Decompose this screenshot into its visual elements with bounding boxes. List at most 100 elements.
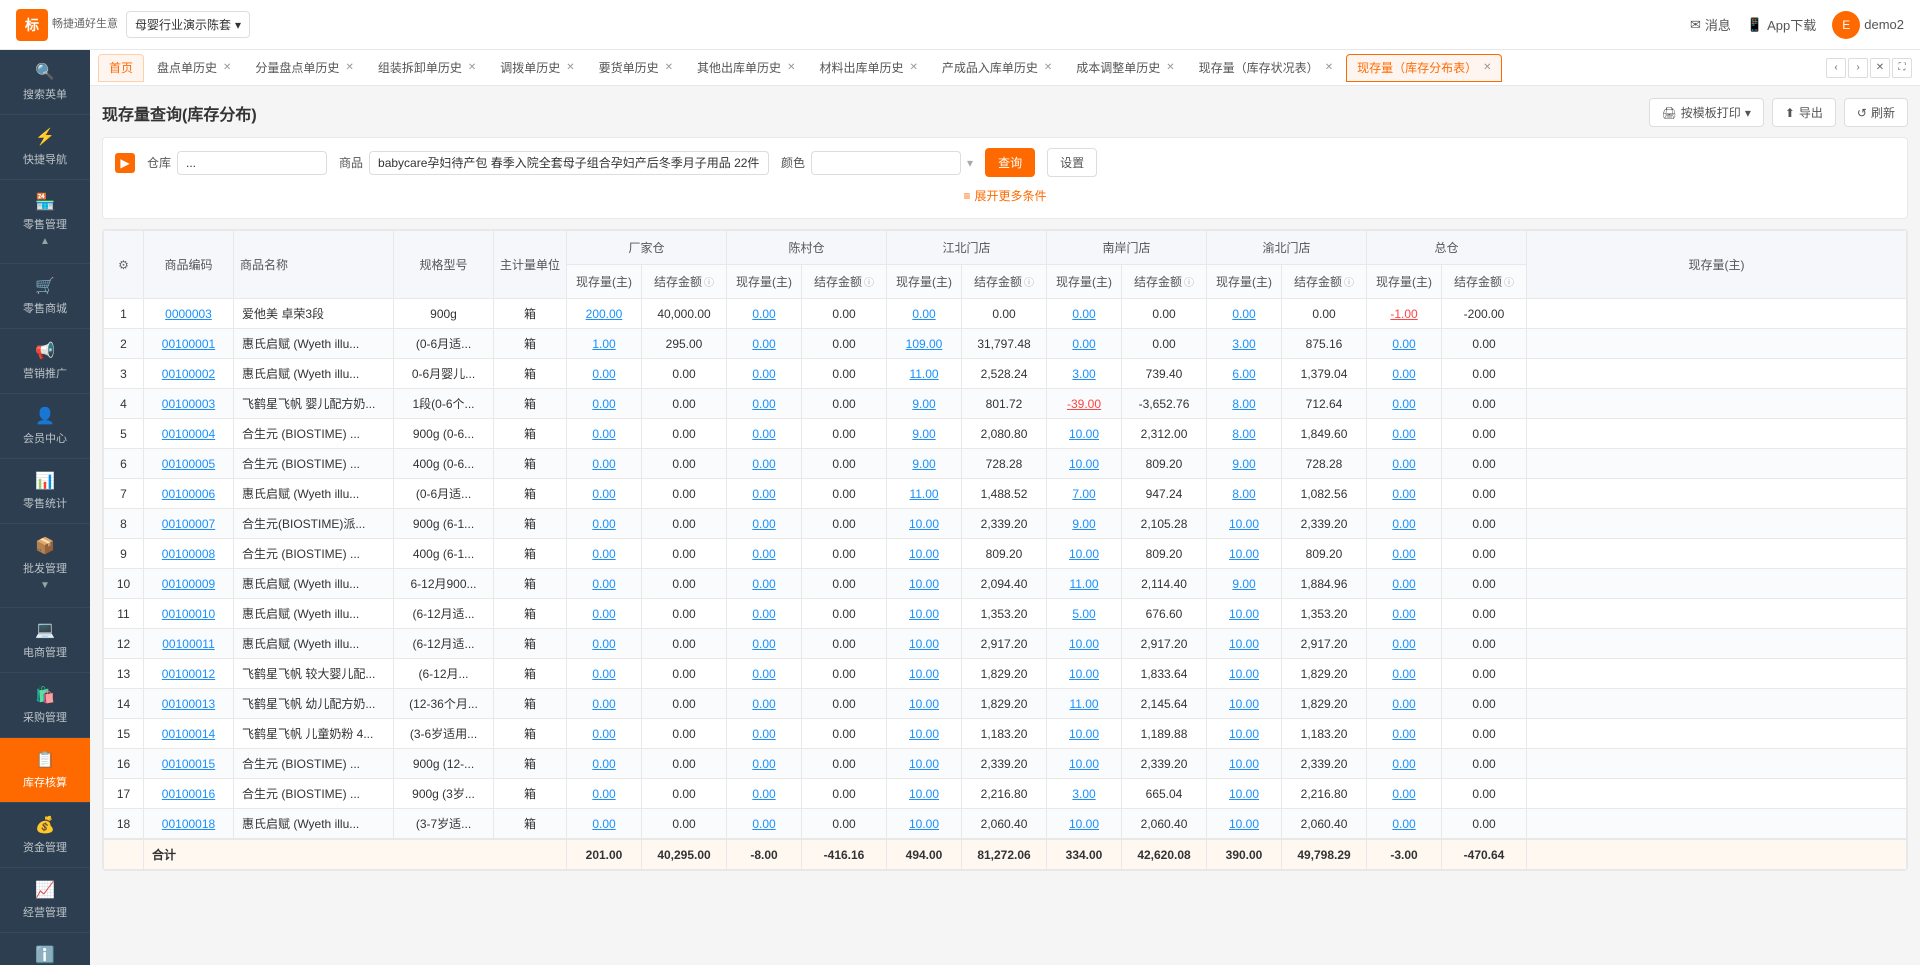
query-btn[interactable]: 查询: [985, 148, 1035, 177]
user-area[interactable]: E demo2: [1832, 11, 1904, 39]
tab-stock-distribution[interactable]: 现存量（库存分布表） ✕: [1346, 54, 1502, 82]
cell-code: 00100007: [144, 509, 234, 539]
cell-value: 2,339.20: [962, 749, 1047, 779]
cell-value: 10.00: [1047, 419, 1122, 449]
export-btn[interactable]: ⬆ 导出: [1772, 98, 1836, 127]
cell-code: 00100009: [144, 569, 234, 599]
sidebar-item-inventory[interactable]: 📋 库存核算: [0, 738, 90, 803]
cell-unit: 箱: [494, 359, 567, 389]
cell-unit: 箱: [494, 419, 567, 449]
cell-value: 0.00: [802, 569, 887, 599]
tab-material-out[interactable]: 材料出库单历史 ✕: [808, 54, 928, 82]
sidebar-item-management[interactable]: 📈 经营管理: [0, 868, 90, 933]
cell-value: [1527, 809, 1907, 840]
cell-value: 1,353.20: [1282, 599, 1367, 629]
cell-value: 0.00: [802, 599, 887, 629]
cell-value: 0.00: [1367, 629, 1442, 659]
sidebar-item-marketing[interactable]: 📢 营销推广: [0, 329, 90, 394]
cell-value: 1,379.04: [1282, 359, 1367, 389]
prev-tab-btn[interactable]: ‹: [1826, 58, 1846, 78]
download-icon: 📱: [1747, 17, 1763, 33]
suite-select[interactable]: 母婴行业演示陈套 ▾: [126, 11, 250, 38]
table-row: 16 00100015 合生元 (BIOSTIME) ... 900g (12-…: [104, 749, 1907, 779]
tab-stock-status[interactable]: 现存量（库存状况表） ✕: [1188, 54, 1344, 82]
ecommerce-icon: 💻: [4, 620, 86, 640]
tab-cost-adjust[interactable]: 成本调整单历史 ✕: [1065, 54, 1185, 82]
close-icon[interactable]: ✕: [665, 62, 673, 73]
summary-zc-amt: -470.64: [1442, 839, 1527, 870]
sidebar-item-purchase[interactable]: 🛍️ 采购管理: [0, 673, 90, 738]
cell-value: [1527, 419, 1907, 449]
settings-btn[interactable]: 设置: [1047, 148, 1097, 177]
expand-conditions-btn[interactable]: ≡ 展开更多条件: [955, 183, 1054, 208]
collapse-btn[interactable]: ▶: [115, 153, 135, 173]
sidebar-item-finance[interactable]: 💰 资金管理: [0, 803, 90, 868]
sidebar-item-stats[interactable]: 📊 零售统计: [0, 459, 90, 524]
color-input[interactable]: [811, 151, 961, 175]
chevron-down-icon: ▾: [1745, 106, 1751, 120]
close-icon[interactable]: ✕: [909, 62, 917, 73]
tab-portion-check[interactable]: 分量盘点单历史 ✕: [244, 54, 364, 82]
close-icon[interactable]: ✕: [787, 62, 795, 73]
sidebar-item-search[interactable]: 🔍 搜索英单: [0, 50, 90, 115]
cell-value: 0.00: [1442, 689, 1527, 719]
goods-input[interactable]: [369, 151, 769, 175]
cell-value: 10.00: [1207, 779, 1282, 809]
sidebar-label-mall: 零售商城: [4, 300, 86, 316]
tab-transfer[interactable]: 调拨单历史 ✕: [489, 54, 585, 82]
close-icon[interactable]: ✕: [1325, 62, 1333, 73]
chevron-down-icon: ▾: [967, 156, 973, 170]
cell-value: 0.00: [1442, 659, 1527, 689]
cell-value: 2,094.40: [962, 569, 1047, 599]
sidebar-label-management: 经营管理: [4, 904, 86, 920]
cell-value: 10.00: [1207, 509, 1282, 539]
tab-home[interactable]: 首页: [98, 54, 144, 82]
close-icon[interactable]: ✕: [1166, 62, 1174, 73]
cell-name: 惠氏启赋 (Wyeth illu...: [234, 359, 394, 389]
cell-name: 飞鹤星飞帆 幼儿配方奶...: [234, 689, 394, 719]
sidebar-item-wholesale[interactable]: 📦 批发管理 ▼: [0, 524, 90, 608]
sidebar-item-retail[interactable]: 🏪 零售管理 ▲: [0, 180, 90, 264]
app-download-btn[interactable]: 📱 App下载: [1747, 15, 1816, 34]
cell-value: 10.00: [887, 569, 962, 599]
message-btn[interactable]: ✉ 消息: [1690, 15, 1731, 34]
close-icon[interactable]: ✕: [345, 62, 353, 73]
sidebar-item-basic[interactable]: ℹ️ 基础信息: [0, 933, 90, 965]
cell-value: 2,105.28: [1122, 509, 1207, 539]
cell-value: 0.00: [567, 779, 642, 809]
th-cj-qty: 现存量(主): [567, 265, 642, 299]
cell-value: 9.00: [1047, 509, 1122, 539]
tab-other-out[interactable]: 其他出库单历史 ✕: [686, 54, 806, 82]
close-all-btn[interactable]: ✕: [1870, 58, 1890, 78]
cell-value: 9.00: [1207, 569, 1282, 599]
cell-name: 飞鹤星飞帆 儿童奶粉 4...: [234, 719, 394, 749]
cell-value: 1,829.20: [962, 689, 1047, 719]
sidebar-item-member[interactable]: 👤 会员中心: [0, 394, 90, 459]
cell-value: 809.20: [1282, 539, 1367, 569]
close-icon[interactable]: ✕: [1044, 62, 1052, 73]
tab-request[interactable]: 要货单历史 ✕: [588, 54, 684, 82]
cell-value: 10.00: [1207, 539, 1282, 569]
sidebar-item-mall[interactable]: 🛒 零售商城: [0, 264, 90, 329]
cell-value: [1527, 359, 1907, 389]
print-btn[interactable]: 🖨 按模板打印 ▾: [1649, 98, 1764, 127]
cell-value: [1527, 329, 1907, 359]
cell-no: 7: [104, 479, 144, 509]
close-icon[interactable]: ✕: [566, 62, 574, 73]
refresh-btn[interactable]: ↺ 刷新: [1844, 98, 1908, 127]
close-icon[interactable]: ✕: [1483, 62, 1491, 73]
sidebar-item-nav[interactable]: ⚡ 快捷导航: [0, 115, 90, 180]
close-icon[interactable]: ✕: [223, 62, 231, 73]
next-tab-btn[interactable]: ›: [1848, 58, 1868, 78]
cell-value: 0.00: [642, 719, 727, 749]
close-icon[interactable]: ✕: [468, 62, 476, 73]
warehouse-field: 仓库: [147, 151, 327, 175]
cell-value: 0.00: [962, 299, 1047, 329]
warehouse-input[interactable]: [177, 151, 327, 175]
fullscreen-btn[interactable]: ⛶: [1892, 58, 1912, 78]
sidebar-item-ecommerce[interactable]: 💻 电商管理: [0, 608, 90, 673]
settings-icon[interactable]: ⚙: [118, 258, 129, 272]
tab-assemble[interactable]: 组装拆卸单历史 ✕: [367, 54, 487, 82]
tab-inventory-check[interactable]: 盘点单历史 ✕: [146, 54, 242, 82]
tab-product-in[interactable]: 产成品入库单历史 ✕: [931, 54, 1063, 82]
